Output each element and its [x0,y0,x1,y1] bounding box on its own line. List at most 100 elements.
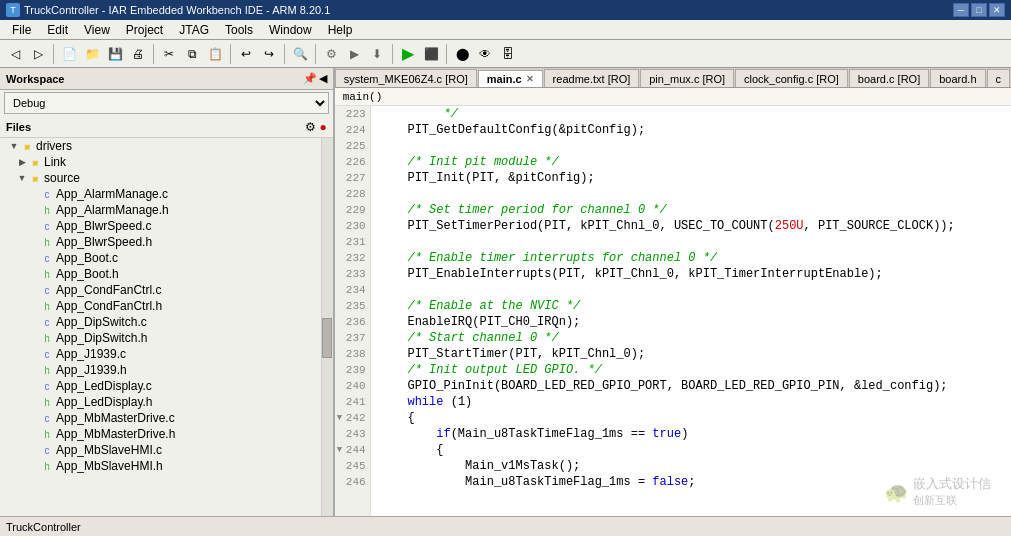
tb-compile[interactable]: ⚙ [320,43,342,65]
tb-print[interactable]: 🖨 [127,43,149,65]
tab-boardh[interactable]: board.h [930,69,985,87]
tb-build[interactable]: ▶ [343,43,365,65]
tb-save[interactable]: 💾 [104,43,126,65]
tb-watch[interactable]: 👁 [474,43,496,65]
scrollbar-thumb-vertical[interactable] [322,318,332,358]
menu-help[interactable]: Help [320,20,361,39]
settings-icon[interactable]: ⚙ [305,120,316,134]
tb-breakpoint[interactable]: ⬤ [451,43,473,65]
tree-label-mbslaveh: App_MbSlaveHMI.h [56,459,163,473]
tree-item-bootc[interactable]: c App_Boot.c [0,250,321,266]
tb-debug-run[interactable]: ▶ [397,43,419,65]
menu-window[interactable]: Window [261,20,320,39]
folder-icon-source: ■ [28,172,42,184]
tab-boardc[interactable]: board.c [RO] [849,69,929,87]
code-240-text: GPIO_PinInit(BOARD_LED_RED_GPIO_PORT, BO… [379,378,948,394]
code-line-242: { [379,410,1011,426]
tree-item-mbslavec[interactable]: c App_MbSlaveHMI.c [0,442,321,458]
code-area[interactable]: 223 224 225 226 227 228 229 230 231 232 … [335,106,1011,522]
expand-source[interactable]: ▼ [16,172,28,184]
tab-main-c[interactable]: main.c ✕ [478,70,543,88]
menu-edit[interactable]: Edit [39,20,76,39]
tb-back[interactable]: ◁ [4,43,26,65]
code-246-a: Main_u8TaskTimeFlag_1ms = [379,474,653,490]
code-line-245: Main_v1MsTask(); [379,458,1011,474]
minimize-button[interactable]: ─ [953,3,969,17]
tb-sep6 [392,44,393,64]
tree-item-drivers[interactable]: ▼ ■ drivers [0,138,321,154]
code-242-text: { [379,410,415,426]
pin-icon[interactable]: 📌 [303,72,317,85]
menu-project[interactable]: Project [118,20,171,39]
tb-open[interactable]: 📁 [81,43,103,65]
toolbar: ◁ ▷ 📄 📁 💾 🖨 ✂ ⧉ 📋 ↩ ↪ 🔍 ⚙ ▶ ⬇ ▶ ⬛ ⬤ 👁 🗄 [0,40,1011,68]
tree-label-blwrc: App_BlwrSpeed.c [56,219,151,233]
tb-redo[interactable]: ↪ [258,43,280,65]
tree-item-alarmc[interactable]: c App_AlarmManage.c [0,186,321,202]
tree-item-mbmasterc[interactable]: c App_MbMasterDrive.c [0,410,321,426]
tree-label-mbslavec: App_MbSlaveHMI.c [56,443,162,457]
tree-item-mbmasterh[interactable]: h App_MbMasterDrive.h [0,426,321,442]
tab-system-mke[interactable]: system_MKE06Z4.c [RO] [335,69,477,87]
tb-undo[interactable]: ↩ [235,43,257,65]
tb-cut[interactable]: ✂ [158,43,180,65]
tree-item-j1939h[interactable]: h App_J1939.h [0,362,321,378]
tree-item-booth[interactable]: h App_Boot.h [0,266,321,282]
tab-label-boardc: board.c [RO] [858,73,920,85]
menu-bar: File Edit View Project JTAG Tools Window… [0,20,1011,40]
code-line-246: Main_u8TaskTimeFlag_1ms = false; [379,474,1011,490]
folder-icon-drivers: ■ [20,140,34,152]
ln-231: 231 [335,234,370,250]
expand-drivers[interactable]: ▼ [8,140,20,152]
tree-item-j1939c[interactable]: c App_J1939.c [0,346,321,362]
tb-download[interactable]: ⬇ [366,43,388,65]
tree-item-ledh[interactable]: h App_LedDisplay.h [0,394,321,410]
menu-tools[interactable]: Tools [217,20,261,39]
arrow-icon[interactable]: ◀ [319,72,327,85]
tb-forward[interactable]: ▷ [27,43,49,65]
expand-link[interactable]: ▶ [16,156,28,168]
code-line-238: PIT_StartTimer(PIT, kPIT_Chnl_0); [379,346,1011,362]
code-line-224: PIT_GetDefaultConfig(&pitConfig); [379,122,1011,138]
tree-item-dipc[interactable]: c App_DipSwitch.c [0,314,321,330]
tree-item-mbslaveh[interactable]: h App_MbSlaveHMI.h [0,458,321,474]
debug-selector[interactable]: Debug [4,92,329,114]
workspace-scrollbar[interactable] [321,138,333,534]
tree-item-source[interactable]: ▼ ■ source [0,170,321,186]
menu-view[interactable]: View [76,20,118,39]
menu-jtag[interactable]: JTAG [171,20,217,39]
editor-panel: system_MKE06Z4.c [RO] main.c ✕ readme.tx… [335,68,1011,534]
tab-clockconfig[interactable]: clock_config.c [RO] [735,69,848,87]
tree-item-condc[interactable]: c App_CondFanCtrl.c [0,282,321,298]
tb-paste[interactable]: 📋 [204,43,226,65]
workspace-label: Workspace [6,73,65,85]
tab-pinmux[interactable]: pin_mux.c [RO] [640,69,734,87]
tb-find[interactable]: 🔍 [289,43,311,65]
tb-memory[interactable]: 🗄 [497,43,519,65]
tab-extra[interactable]: c [987,69,1011,87]
tb-stop[interactable]: ⬛ [420,43,442,65]
tree-item-alarmh[interactable]: h App_AlarmManage.h [0,202,321,218]
code-241-a [379,394,408,410]
code-241-while: while [407,394,443,410]
tab-readme[interactable]: readme.txt [RO] [544,69,640,87]
tree-item-blwrh[interactable]: h App_BlwrSpeed.h [0,234,321,250]
tb-new[interactable]: 📄 [58,43,80,65]
code-editor[interactable]: */ PIT_GetDefaultConfig(&pitConfig); /* … [371,106,1011,522]
tb-copy[interactable]: ⧉ [181,43,203,65]
menu-file[interactable]: File [4,20,39,39]
tb-sep7 [446,44,447,64]
tree-item-diph[interactable]: h App_DipSwitch.h [0,330,321,346]
file-icon-mbslavec: c [40,444,54,456]
tab-close-main[interactable]: ✕ [526,74,534,84]
tree-item-ledc[interactable]: c App_LedDisplay.c [0,378,321,394]
close-button[interactable]: ✕ [989,3,1005,17]
maximize-button[interactable]: □ [971,3,987,17]
tree-item-link[interactable]: ▶ ■ Link [0,154,321,170]
tree-item-blwrc[interactable]: c App_BlwrSpeed.c [0,218,321,234]
tb-sep5 [315,44,316,64]
tree-label-booth: App_Boot.h [56,267,119,281]
tree-item-condh[interactable]: h App_CondFanCtrl.h [0,298,321,314]
file-icon-j1939h: h [40,364,54,376]
tab-label-boardh: board.h [939,73,976,85]
